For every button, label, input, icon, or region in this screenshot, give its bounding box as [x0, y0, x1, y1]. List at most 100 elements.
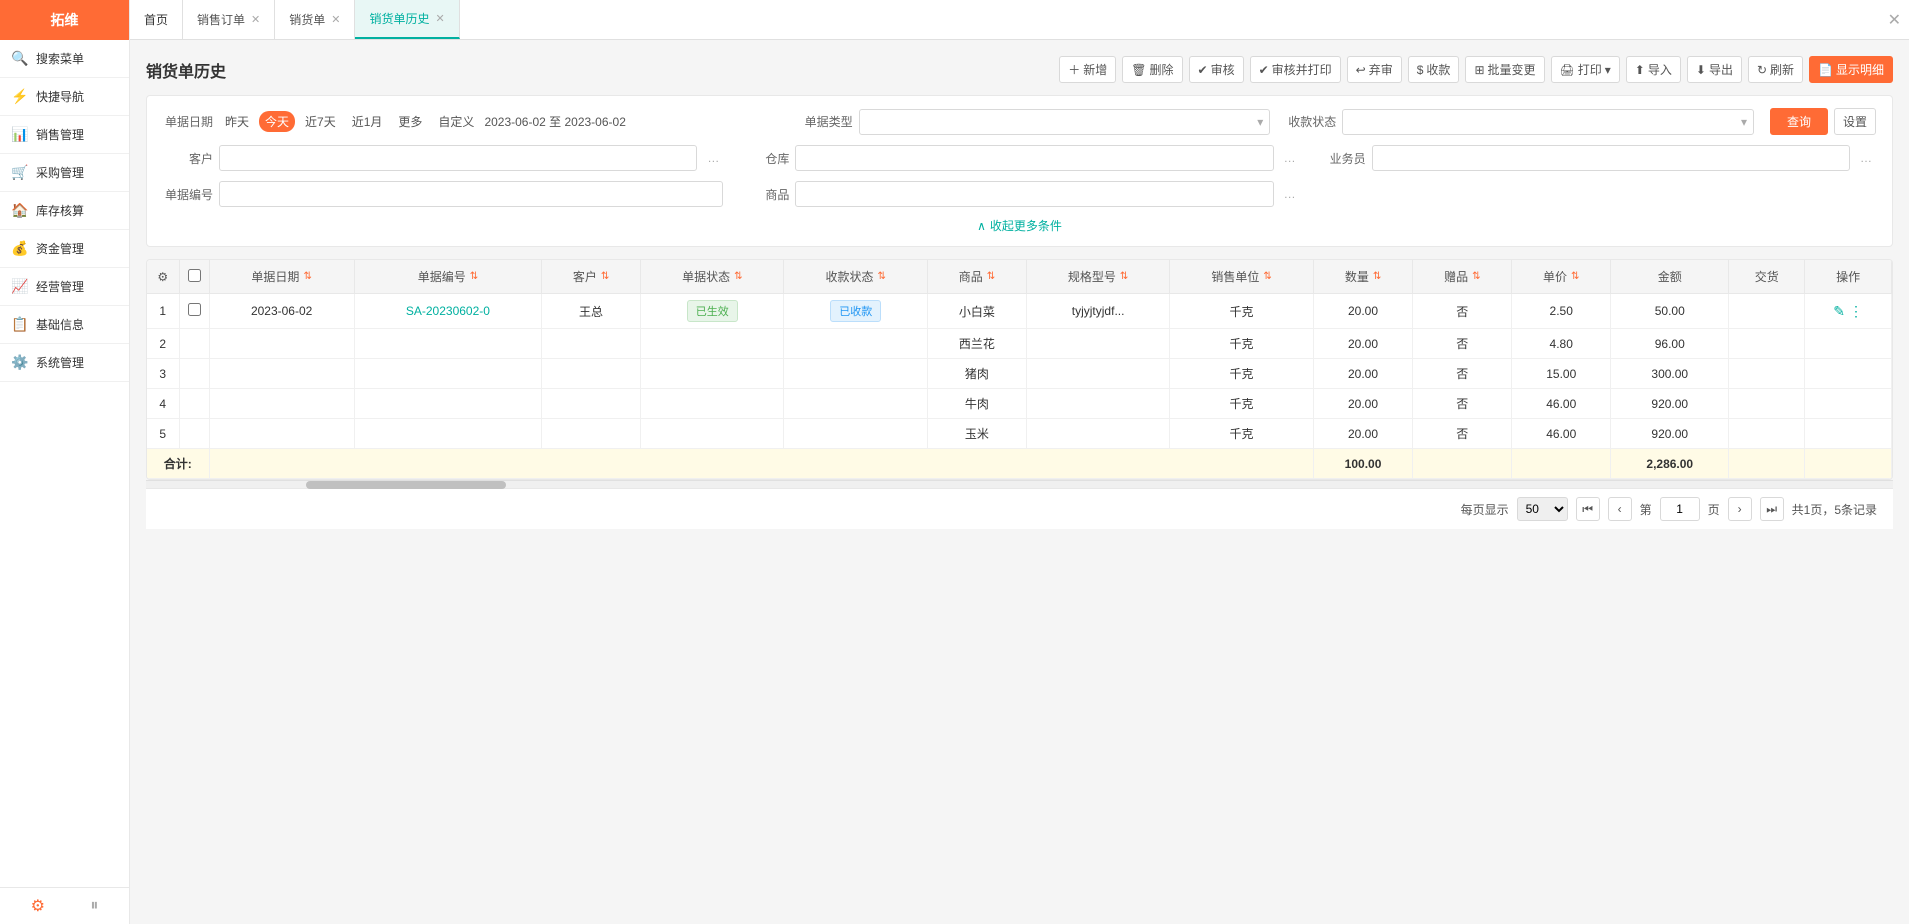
goods-sort-icon[interactable]: ⇅: [987, 271, 995, 282]
spec-sort-icon[interactable]: ⇅: [1120, 271, 1128, 282]
edit-action-icon[interactable]: ✎: [1833, 303, 1845, 320]
sidebar-item-sales-mgmt[interactable]: 📊 销售管理: [0, 116, 129, 154]
sidebar-item-quick-nav[interactable]: ⚡ 快捷导航: [0, 78, 129, 116]
sidebar-item-ops-mgmt[interactable]: 📈 经营管理: [0, 268, 129, 306]
customer-sort-icon[interactable]: ⇅: [601, 271, 609, 282]
gift-sort-icon[interactable]: ⇅: [1472, 271, 1480, 282]
sidebar-item-basic-info[interactable]: 📋 基础信息: [0, 306, 129, 344]
print-button[interactable]: 🖨 打印 ▾: [1551, 56, 1620, 83]
th-gift[interactable]: 赠品 ⇅: [1413, 260, 1512, 294]
th-doc-date-label: 单据日期: [251, 268, 299, 285]
doc-status-sort-icon[interactable]: ⇅: [734, 271, 742, 282]
delete-button[interactable]: 🗑 删除: [1122, 56, 1182, 83]
sidebar-collapse-icon[interactable]: ⏸: [90, 897, 98, 915]
unit-sort-icon[interactable]: ⇅: [1263, 271, 1271, 282]
tab-sales-order[interactable]: 销售订单 ✕: [183, 0, 275, 39]
customer-ellipsis-icon[interactable]: …: [703, 151, 723, 165]
tab-sales-history-close[interactable]: ✕: [436, 12, 445, 25]
tab-home[interactable]: 首页: [130, 0, 183, 39]
export-button[interactable]: ⬇ 导出: [1687, 56, 1742, 83]
import-button[interactable]: ⬆ 导入: [1626, 56, 1681, 83]
collect-icon: $: [1417, 63, 1424, 77]
row-deal: [1729, 329, 1805, 359]
collapse-arrow-icon: ∧: [977, 219, 986, 233]
row-payment-status: 已收款: [784, 294, 927, 329]
row-checkbox: [179, 359, 209, 389]
staff-ellipsis-icon[interactable]: …: [1856, 151, 1876, 165]
content-area: 销货单历史 ＋ 新增 🗑 删除 ✔ 审核 ✔ 审核并打印: [130, 40, 1909, 924]
show-detail-button[interactable]: 📄 显示明细: [1809, 56, 1893, 83]
doc-no-sort-icon[interactable]: ⇅: [470, 271, 478, 282]
date-tab-7days[interactable]: 近7天: [299, 111, 342, 132]
doc-date-sort-icon[interactable]: ⇅: [303, 271, 311, 282]
prev-page-btn[interactable]: ‹: [1608, 497, 1632, 521]
customer-input[interactable]: [219, 145, 697, 171]
date-tab-custom[interactable]: 自定义: [432, 111, 480, 132]
th-unit[interactable]: 销售单位 ⇅: [1170, 260, 1313, 294]
th-checkbox[interactable]: [179, 260, 209, 294]
tab-sales-invoice[interactable]: 销货单 ✕: [275, 0, 355, 39]
abandon-button[interactable]: ↩ 弃审: [1347, 56, 1402, 83]
horizontal-scrollbar[interactable]: [146, 480, 1893, 488]
row-gift: 否: [1413, 389, 1512, 419]
warehouse-input[interactable]: [795, 145, 1273, 171]
staff-input[interactable]: [1372, 145, 1850, 171]
approve-button[interactable]: ✔ 审核: [1189, 56, 1244, 83]
refresh-button[interactable]: ↻ 刷新: [1748, 56, 1803, 83]
collapse-button[interactable]: ∧ 收起更多条件: [163, 217, 1876, 234]
th-payment-status[interactable]: 收款状态 ⇅: [784, 260, 927, 294]
unit-price-sort-icon[interactable]: ⇅: [1571, 271, 1579, 282]
date-tab-yesterday[interactable]: 昨天: [219, 111, 255, 132]
first-page-btn[interactable]: ⏮: [1576, 497, 1600, 521]
date-tab-today[interactable]: 今天: [259, 111, 295, 132]
th-doc-status[interactable]: 单据状态 ⇅: [641, 260, 784, 294]
th-qty[interactable]: 数量 ⇅: [1313, 260, 1413, 294]
sidebar-item-sys-mgmt[interactable]: ⚙️ 系统管理: [0, 344, 129, 382]
sidebar-settings-icon[interactable]: ⚙: [31, 896, 45, 916]
settings-button[interactable]: 设置: [1834, 108, 1876, 135]
th-goods[interactable]: 商品 ⇅: [927, 260, 1026, 294]
payment-status-sort-icon[interactable]: ⇅: [878, 271, 886, 282]
scrollbar-thumb[interactable]: [306, 481, 506, 489]
tab-sales-order-close[interactable]: ✕: [251, 13, 260, 26]
th-spec[interactable]: 规格型号 ⇅: [1026, 260, 1169, 294]
date-tab-more[interactable]: 更多: [392, 111, 428, 132]
doctype-select[interactable]: ▾: [859, 109, 1271, 135]
date-tab-1month[interactable]: 近1月: [346, 111, 389, 132]
tabs-bar: 首页 销售订单 ✕ 销货单 ✕ 销货单历史 ✕ ✕: [130, 0, 1909, 40]
select-all-checkbox[interactable]: [188, 269, 201, 282]
cart-icon: 🛒: [12, 165, 28, 181]
new-button[interactable]: ＋ 新增: [1059, 56, 1116, 83]
filter-date-item: 单据日期 昨天 今天 近7天 近1月 更多 自定义 2023-06-02 至 2…: [163, 111, 787, 132]
per-page-select[interactable]: 50 100 200: [1517, 497, 1568, 521]
th-doc-no[interactable]: 单据编号 ⇅: [354, 260, 541, 294]
warehouse-ellipsis-icon[interactable]: …: [1280, 151, 1300, 165]
approve-print-button[interactable]: ✔ 审核并打印: [1250, 56, 1341, 83]
window-close-btn[interactable]: ✕: [1888, 0, 1901, 40]
more-action-icon[interactable]: ⋮: [1849, 303, 1863, 320]
next-page-btn[interactable]: ›: [1728, 497, 1752, 521]
th-doc-date[interactable]: 单据日期 ⇅: [209, 260, 354, 294]
query-button[interactable]: 查询: [1770, 108, 1828, 135]
th-unit-price[interactable]: 单价 ⇅: [1512, 260, 1611, 294]
page-number-input[interactable]: [1660, 497, 1700, 521]
sidebar-item-search-menu[interactable]: 🔍 搜索菜单: [0, 40, 129, 78]
row-gift: 否: [1413, 294, 1512, 329]
qty-sort-icon[interactable]: ⇅: [1373, 271, 1381, 282]
sidebar-item-stock-calc[interactable]: 🏠 库存核算: [0, 192, 129, 230]
row-amount: 96.00: [1611, 329, 1729, 359]
goods-ellipsis-icon[interactable]: …: [1280, 187, 1300, 201]
docno-input[interactable]: [219, 181, 723, 207]
last-page-btn[interactable]: ⏭: [1760, 497, 1784, 521]
th-customer[interactable]: 客户 ⇅: [542, 260, 641, 294]
tab-sales-history[interactable]: 销货单历史 ✕: [355, 0, 459, 39]
sidebar-item-purchase-mgmt[interactable]: 🛒 采购管理: [0, 154, 129, 192]
collect-button[interactable]: $ 收款: [1408, 56, 1460, 83]
goods-input[interactable]: [795, 181, 1273, 207]
tab-sales-invoice-close[interactable]: ✕: [331, 13, 340, 26]
payment-status-select[interactable]: ▾: [1342, 109, 1754, 135]
sidebar-item-funds-mgmt[interactable]: 💰 资金管理: [0, 230, 129, 268]
batch-change-button[interactable]: ⊞ 批量变更: [1465, 56, 1544, 83]
th-settings[interactable]: ⚙: [147, 260, 179, 294]
export-icon: ⬇: [1696, 63, 1706, 77]
